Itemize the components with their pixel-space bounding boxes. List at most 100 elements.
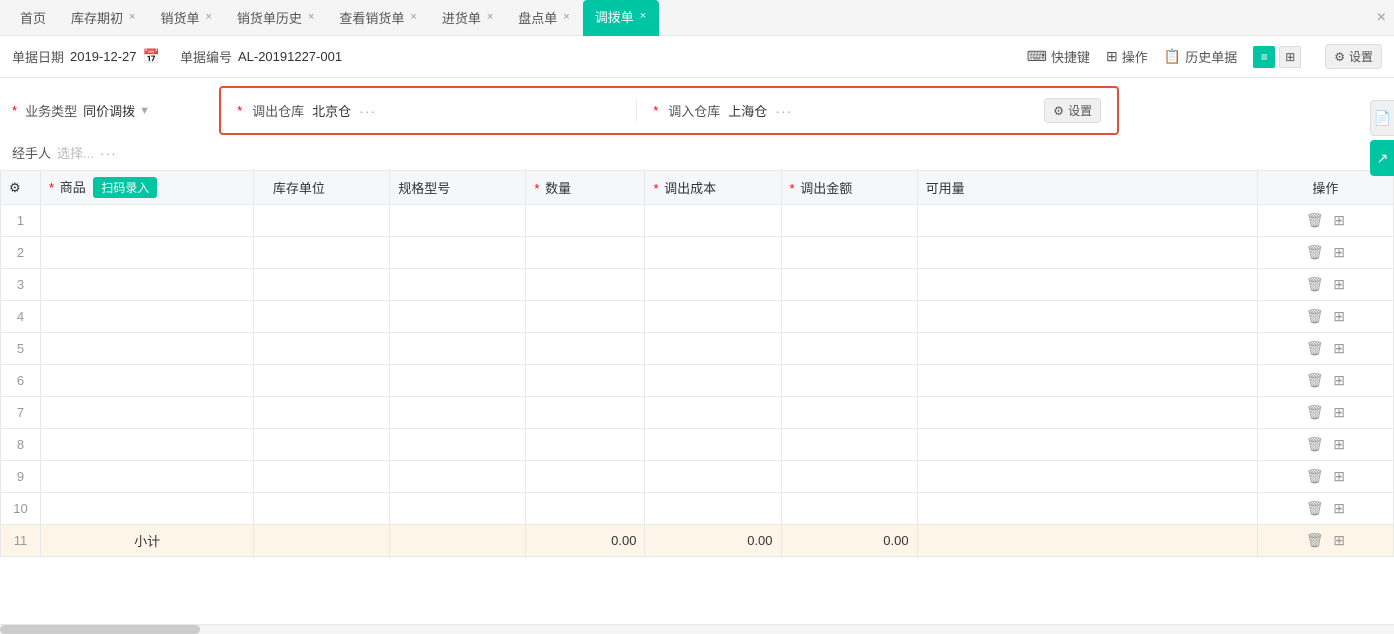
sidebar-doc-button[interactable]: 📄 [1370, 100, 1394, 136]
row-copy-icon[interactable]: ⊞ [1333, 244, 1345, 260]
row-spec[interactable] [390, 397, 526, 429]
operator-value[interactable]: 选择... [57, 143, 94, 162]
tab-inventory-close[interactable]: × [563, 12, 569, 23]
row-qty[interactable] [526, 461, 645, 493]
row-unit[interactable] [254, 237, 390, 269]
row-copy-icon[interactable]: ⊞ [1333, 276, 1345, 292]
row-delete-icon[interactable]: 🗑 [1306, 500, 1324, 516]
row-unit[interactable] [254, 397, 390, 429]
tab-sales-order-close[interactable]: × [205, 12, 211, 23]
row-cost[interactable] [645, 365, 781, 397]
row-unit[interactable] [254, 269, 390, 301]
row-product[interactable] [41, 429, 254, 461]
row-copy-icon[interactable]: ⊞ [1333, 532, 1345, 548]
tab-home[interactable]: 首页 [8, 0, 59, 36]
row-spec[interactable] [390, 333, 526, 365]
row-product[interactable] [41, 461, 254, 493]
biz-type-select[interactable]: 同价调拨 ▼ [83, 101, 203, 120]
row-unit[interactable] [254, 461, 390, 493]
shortcut-button[interactable]: ⌨ 快捷键 [1027, 47, 1090, 66]
settings-button[interactable]: ⚙ 设置 [1325, 44, 1382, 69]
scan-button[interactable]: 扫码录入 [93, 177, 157, 198]
row-amount[interactable] [781, 333, 917, 365]
row-delete-icon[interactable]: 🗑 [1306, 244, 1324, 260]
row-qty[interactable] [526, 365, 645, 397]
row-cost[interactable] [645, 205, 781, 237]
row-qty[interactable] [526, 269, 645, 301]
layout-grid-button[interactable]: ⊞ [1279, 46, 1301, 68]
row-product[interactable] [41, 237, 254, 269]
row-qty[interactable] [526, 397, 645, 429]
tab-purchase-close[interactable]: × [487, 12, 493, 23]
row-amount[interactable] [781, 301, 917, 333]
tab-sales-order[interactable]: 销货单 × [148, 0, 224, 36]
row-spec[interactable] [390, 429, 526, 461]
row-copy-icon[interactable]: ⊞ [1333, 372, 1345, 388]
row-copy-icon[interactable]: ⊞ [1333, 436, 1345, 452]
row-qty[interactable] [526, 333, 645, 365]
tab-transfer-close[interactable]: × [640, 11, 646, 22]
row-amount[interactable] [781, 493, 917, 525]
sidebar-expand-button[interactable]: ↗ [1370, 140, 1394, 176]
row-unit[interactable] [254, 333, 390, 365]
row-amount[interactable] [781, 429, 917, 461]
row-amount[interactable] [781, 461, 917, 493]
row-cost[interactable] [645, 429, 781, 461]
row-product[interactable] [41, 205, 254, 237]
window-close-button[interactable]: × [1377, 9, 1386, 27]
tab-purchase[interactable]: 进货单 × [430, 0, 506, 36]
row-spec[interactable] [390, 365, 526, 397]
operator-more-icon[interactable]: ··· [100, 145, 117, 161]
row-cost[interactable] [645, 301, 781, 333]
operation-button[interactable]: ⊞ 操作 [1106, 47, 1148, 66]
row-delete-icon[interactable]: 🗑 [1306, 468, 1324, 484]
row-delete-icon[interactable]: 🗑 [1306, 308, 1324, 324]
row-qty[interactable] [526, 205, 645, 237]
row-delete-icon[interactable]: 🗑 [1306, 532, 1324, 548]
row-amount[interactable] [781, 205, 917, 237]
row-delete-icon[interactable]: 🗑 [1306, 404, 1324, 420]
row-amount[interactable] [781, 397, 917, 429]
row-product[interactable] [41, 397, 254, 429]
row-delete-icon[interactable]: 🗑 [1306, 212, 1324, 228]
row-qty[interactable] [526, 493, 645, 525]
row-product[interactable] [41, 301, 254, 333]
row-delete-icon[interactable]: 🗑 [1306, 276, 1324, 292]
row-copy-icon[interactable]: ⊞ [1333, 340, 1345, 356]
tab-sales-history-close[interactable]: × [308, 12, 314, 23]
row-unit[interactable] [254, 301, 390, 333]
layout-list-button[interactable]: ≡ [1253, 46, 1275, 68]
row-copy-icon[interactable]: ⊞ [1333, 468, 1345, 484]
row-qty[interactable] [526, 429, 645, 461]
calendar-icon[interactable]: 📅 [143, 48, 160, 65]
warehouse-settings-button[interactable]: ⚙ 设置 [1044, 98, 1101, 123]
row-copy-icon[interactable]: ⊞ [1333, 500, 1345, 516]
row-delete-icon[interactable]: 🗑 [1306, 340, 1324, 356]
row-cost[interactable] [645, 269, 781, 301]
row-cost[interactable] [645, 397, 781, 429]
row-delete-icon[interactable]: 🗑 [1306, 372, 1324, 388]
history-button[interactable]: 📋 历史单据 [1164, 47, 1237, 66]
row-cost[interactable] [645, 493, 781, 525]
row-spec[interactable] [390, 269, 526, 301]
row-spec[interactable] [390, 461, 526, 493]
row-spec[interactable] [390, 301, 526, 333]
row-qty[interactable] [526, 301, 645, 333]
tab-stock-init-close[interactable]: × [129, 12, 135, 23]
row-product[interactable] [41, 269, 254, 301]
warehouse-in-more-icon[interactable]: ··· [775, 103, 792, 119]
row-cost[interactable] [645, 461, 781, 493]
row-unit[interactable] [254, 205, 390, 237]
row-spec[interactable] [390, 205, 526, 237]
row-copy-icon[interactable]: ⊞ [1333, 308, 1345, 324]
row-amount[interactable] [781, 365, 917, 397]
tab-view-sales[interactable]: 查看销货单 × [327, 0, 429, 36]
row-cost[interactable] [645, 237, 781, 269]
th-gear[interactable]: ⚙ [1, 171, 41, 205]
row-copy-icon[interactable]: ⊞ [1333, 212, 1345, 228]
row-product[interactable] [41, 333, 254, 365]
row-spec[interactable] [390, 493, 526, 525]
tab-transfer[interactable]: 调拨单 × [583, 0, 659, 36]
row-copy-icon[interactable]: ⊞ [1333, 404, 1345, 420]
bottom-scrollbar[interactable] [0, 624, 1394, 634]
